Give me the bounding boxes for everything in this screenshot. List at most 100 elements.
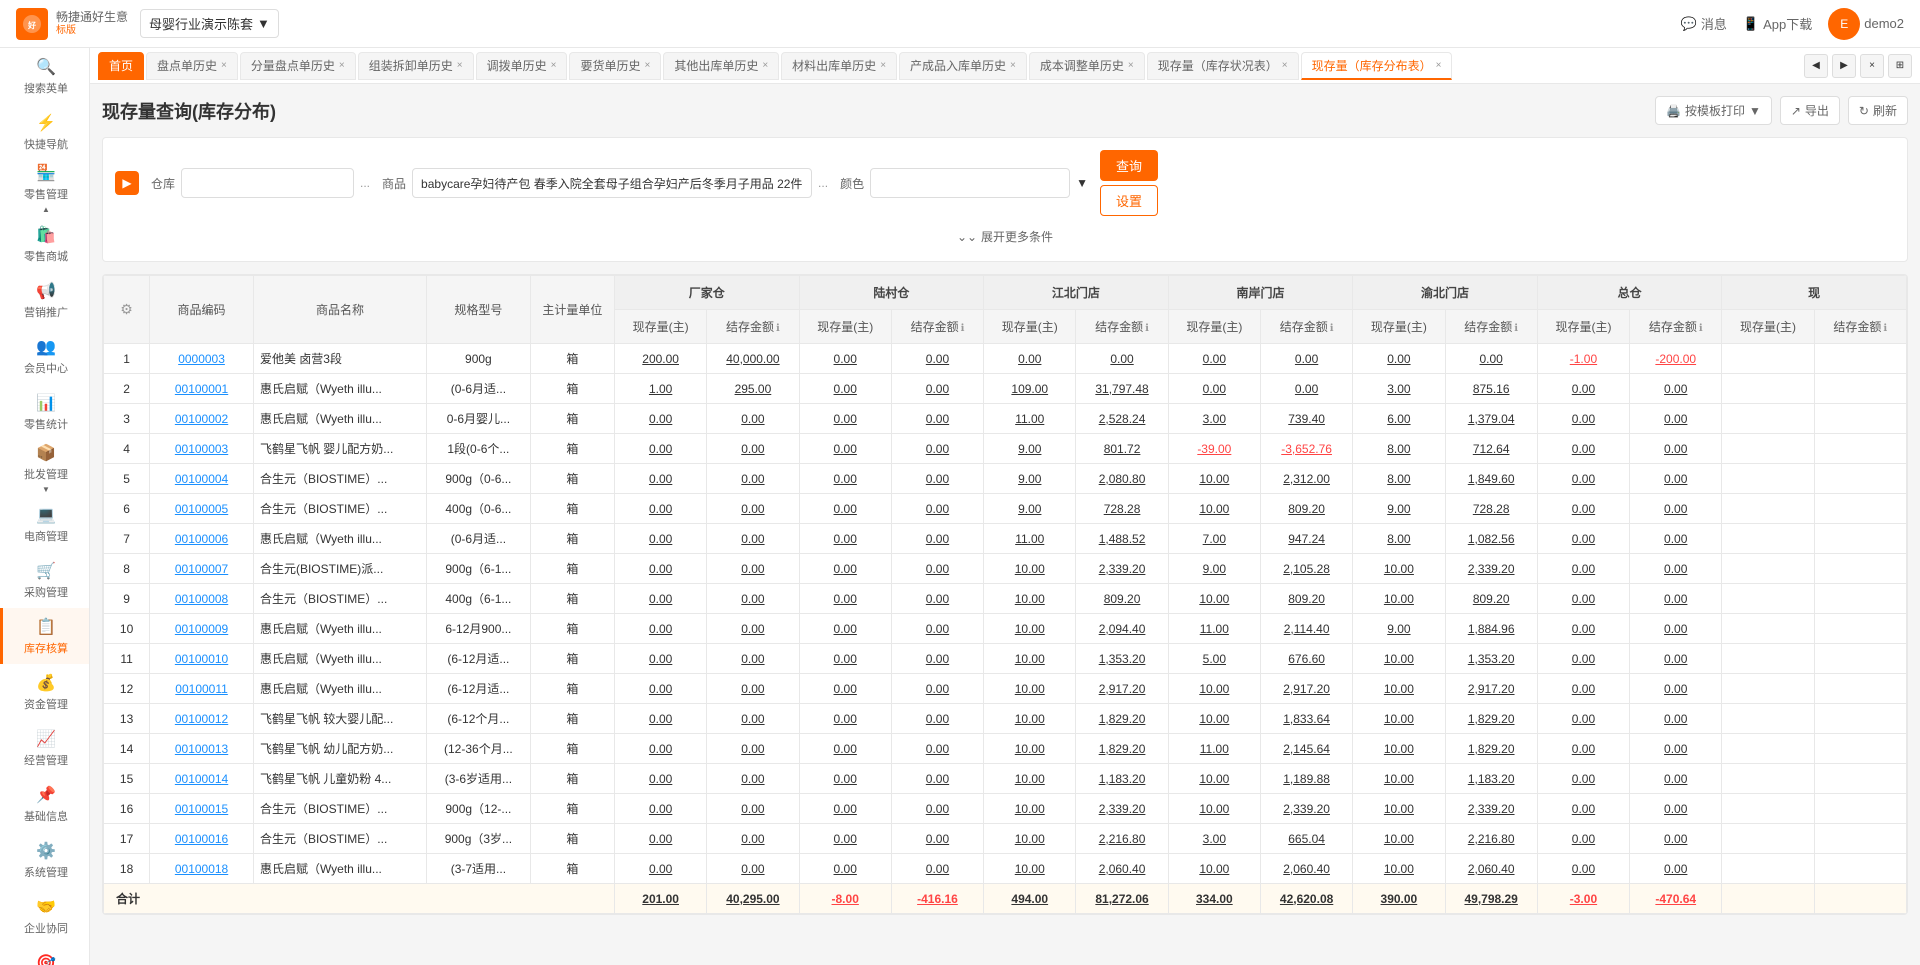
info-icon[interactable]: ℹ [1330,323,1334,334]
sidebar-item-purchase[interactable]: 🛒 采购管理 [0,552,89,608]
close-icon[interactable]: × [644,60,650,71]
row-fj-qty[interactable]: 0.00 [615,584,707,614]
user-avatar-area[interactable]: E demo2 [1828,8,1904,40]
tab-pandian[interactable]: 盘点单历史 × [146,52,238,80]
warehouse-input[interactable] [181,168,354,198]
row-code[interactable]: 00100004 [150,464,254,494]
row-zc-qty[interactable]: 0.00 [1537,854,1629,884]
row-yb-qty[interactable]: 10.00 [1353,584,1445,614]
row-fj-qty[interactable]: 0.00 [615,434,707,464]
row-zc-qty[interactable]: 0.00 [1537,524,1629,554]
row-code[interactable]: 00100005 [150,494,254,524]
row-yb-qty[interactable]: 10.00 [1353,674,1445,704]
row-fj-qty[interactable]: 0.00 [615,644,707,674]
tab-prev-btn[interactable]: ◀ [1804,54,1828,78]
close-icon[interactable]: × [880,60,886,71]
tab-expand-btn[interactable]: ⊞ [1888,54,1912,78]
row-yb-qty[interactable]: 8.00 [1353,434,1445,464]
info-icon[interactable]: ℹ [1883,323,1887,334]
close-icon[interactable]: × [1010,60,1016,71]
row-yb-qty[interactable]: 10.00 [1353,824,1445,854]
row-jb-qty[interactable]: 10.00 [984,674,1076,704]
row-yb-qty[interactable]: 10.00 [1353,644,1445,674]
row-na-qty[interactable]: 3.00 [1168,824,1260,854]
filter-collapse-btn[interactable]: ▶ [115,171,139,195]
row-yb-qty[interactable]: 10.00 [1353,794,1445,824]
row-jb-qty[interactable]: 10.00 [984,734,1076,764]
row-yb-qty[interactable]: 10.00 [1353,704,1445,734]
row-code[interactable]: 00100013 [150,734,254,764]
row-fj-qty[interactable]: 0.00 [615,614,707,644]
sidebar-item-system[interactable]: ⚙️ 系统管理 [0,832,89,888]
row-fj-qty[interactable]: 0.00 [615,524,707,554]
row-lc-qty[interactable]: 0.00 [799,614,891,644]
row-yb-qty[interactable]: 0.00 [1353,344,1445,374]
sidebar-item-newuser[interactable]: 🎯 新手引导 [0,944,89,965]
export-btn[interactable]: ↗ 导出 [1780,96,1840,125]
sidebar-item-retail-mgmt[interactable]: 🏪 零售管理 ▲ [0,160,89,216]
row-jb-qty[interactable]: 9.00 [984,464,1076,494]
tab-zuzhuchai[interactable]: 组装拆卸单历史 × [358,52,474,80]
row-zc-qty[interactable]: 0.00 [1537,824,1629,854]
tab-cailiaochuku[interactable]: 材料出库单历史 × [781,52,897,80]
row-na-qty[interactable]: 10.00 [1168,494,1260,524]
row-zc-qty[interactable]: 0.00 [1537,614,1629,644]
tab-qitachuku[interactable]: 其他出库单历史 × [663,52,779,80]
th-gear[interactable]: ⚙ [104,276,150,344]
row-zc-qty[interactable]: 0.00 [1537,374,1629,404]
row-zc-qty[interactable]: 0.00 [1537,704,1629,734]
goods-input[interactable] [412,168,812,198]
sidebar-item-inventory[interactable]: 📋 库存核算 [0,608,89,664]
row-zc-qty[interactable]: 0.00 [1537,584,1629,614]
row-yb-qty[interactable]: 8.00 [1353,464,1445,494]
refresh-btn[interactable]: ↻ 刷新 [1848,96,1908,125]
row-code[interactable]: 00100006 [150,524,254,554]
close-icon[interactable]: × [457,60,463,71]
row-yb-qty[interactable]: 10.00 [1353,554,1445,584]
row-fj-qty[interactable]: 1.00 [615,374,707,404]
tab-chanchengruku[interactable]: 产成品入库单历史 × [899,52,1027,80]
row-fj-qty[interactable]: 0.00 [615,674,707,704]
row-na-qty[interactable]: -39.00 [1168,434,1260,464]
row-code[interactable]: 00100010 [150,644,254,674]
tab-chenbengtiao[interactable]: 成本调整单历史 × [1029,52,1145,80]
row-code[interactable]: 00100003 [150,434,254,464]
row-na-qty[interactable]: 11.00 [1168,614,1260,644]
row-yb-qty[interactable]: 3.00 [1353,374,1445,404]
row-lc-qty[interactable]: 0.00 [799,674,891,704]
row-yb-qty[interactable]: 9.00 [1353,614,1445,644]
row-na-qty[interactable]: 9.00 [1168,554,1260,584]
row-jb-qty[interactable]: 0.00 [984,344,1076,374]
row-lc-qty[interactable]: 0.00 [799,434,891,464]
row-jb-qty[interactable]: 10.00 [984,704,1076,734]
tab-close-btn[interactable]: × [1860,54,1884,78]
row-fj-qty[interactable]: 0.00 [615,404,707,434]
row-lc-qty[interactable]: 0.00 [799,404,891,434]
sidebar-item-finance[interactable]: 💰 资金管理 [0,664,89,720]
row-zc-qty[interactable]: -1.00 [1537,344,1629,374]
row-na-qty[interactable]: 5.00 [1168,644,1260,674]
row-yb-qty[interactable]: 10.00 [1353,734,1445,764]
row-code[interactable]: 00100018 [150,854,254,884]
sidebar-item-operations[interactable]: 📈 经营管理 [0,720,89,776]
row-yb-qty[interactable]: 9.00 [1353,494,1445,524]
sidebar-item-search[interactable]: 🔍 搜索英单 [0,48,89,104]
row-jb-qty[interactable]: 11.00 [984,524,1076,554]
tab-xiancun-fenbiao[interactable]: 现存量（库存分布表） × [1301,52,1453,80]
sidebar-item-wholesale[interactable]: 📦 批发管理 ▼ [0,440,89,496]
row-zc-qty[interactable]: 0.00 [1537,734,1629,764]
close-icon[interactable]: × [1282,60,1288,71]
row-jb-qty[interactable]: 10.00 [984,764,1076,794]
row-na-qty[interactable]: 0.00 [1168,374,1260,404]
row-fj-qty[interactable]: 0.00 [615,494,707,524]
gear-icon[interactable]: ⚙ [120,301,133,317]
tab-yaohuo[interactable]: 要货单历史 × [569,52,661,80]
info-icon[interactable]: ℹ [1145,323,1149,334]
row-fj-qty[interactable]: 0.00 [615,824,707,854]
row-jb-qty[interactable]: 109.00 [984,374,1076,404]
row-fj-qty[interactable]: 0.00 [615,794,707,824]
info-icon[interactable]: ℹ [961,323,965,334]
row-code[interactable]: 00100008 [150,584,254,614]
row-code[interactable]: 00100011 [150,674,254,704]
query-btn[interactable]: 查询 [1100,150,1158,181]
